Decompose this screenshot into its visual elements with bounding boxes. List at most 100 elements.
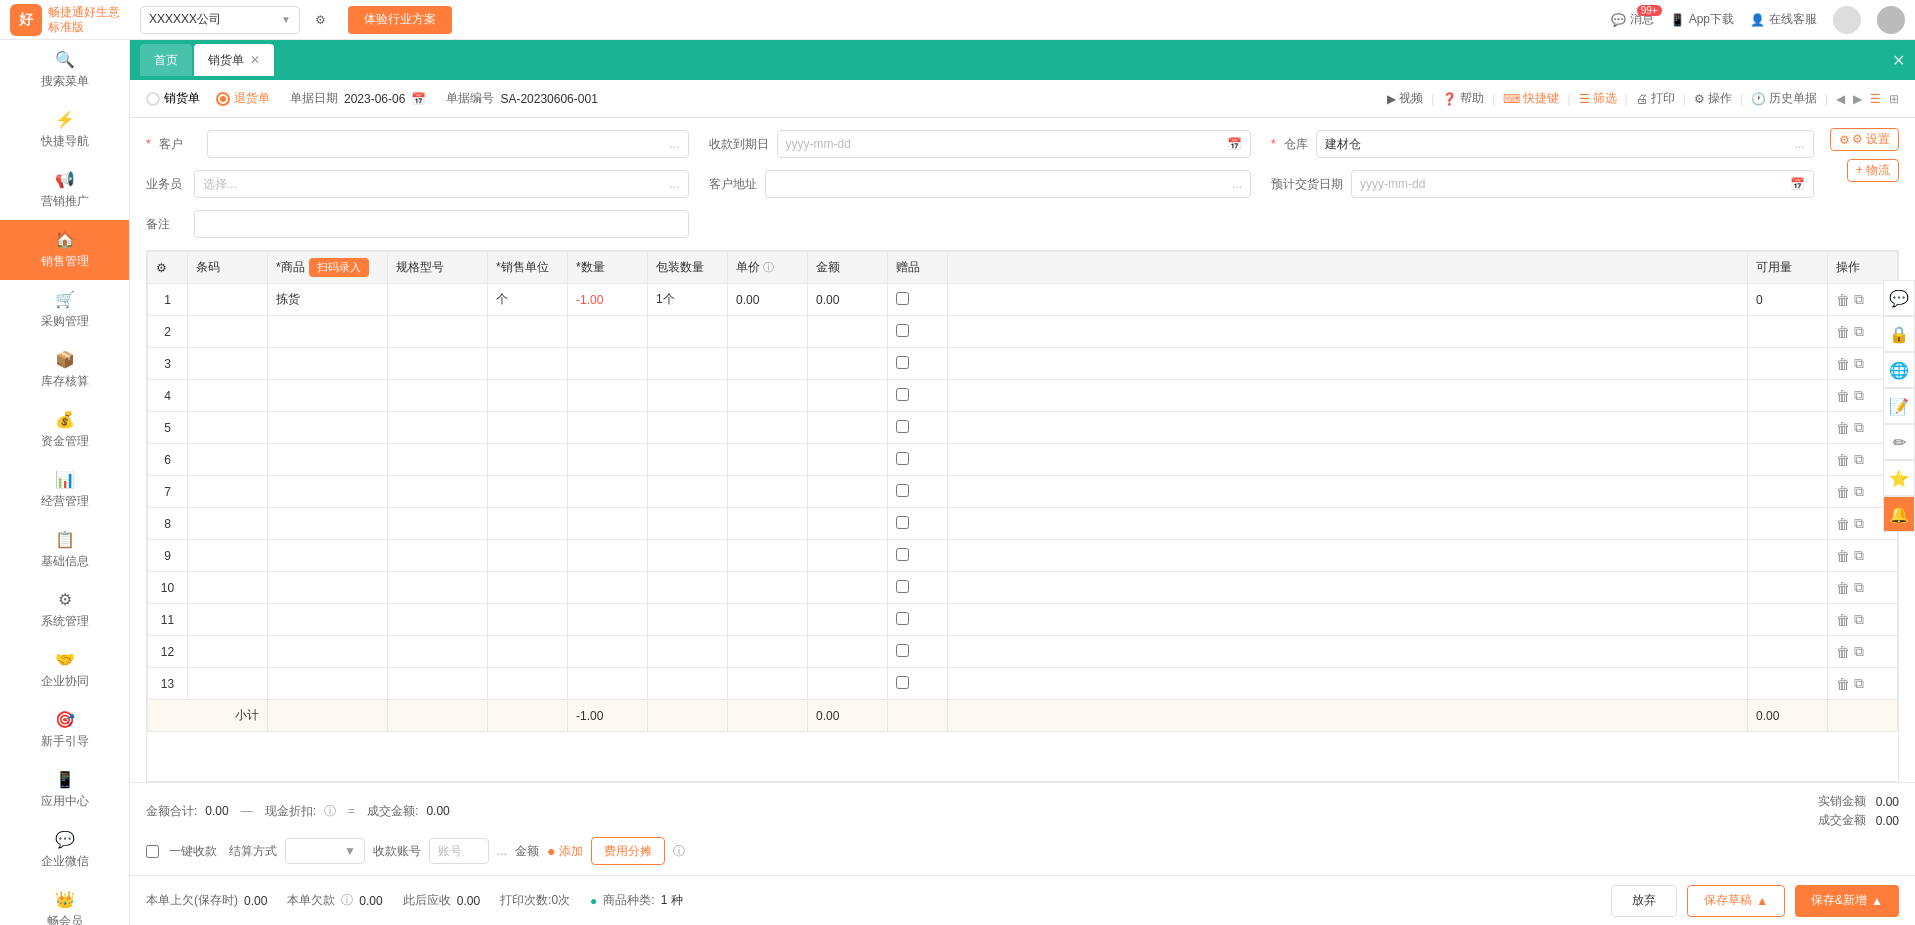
calc-method-select[interactable]: ▼ <box>285 838 365 864</box>
salesperson-input[interactable]: 选择... ... <box>194 170 689 198</box>
history-action[interactable]: 🕐 历史单据 <box>1751 90 1817 107</box>
copy-row-icon[interactable]: ⧉ <box>1854 579 1864 596</box>
sidebar-item-search[interactable]: 🔍 搜索菜单 <box>0 40 129 100</box>
right-icon-star[interactable]: ⭐ <box>1883 460 1915 496</box>
online-service-button[interactable]: 👤 在线客服 <box>1750 11 1817 28</box>
view-grid-icon[interactable]: ⊞ <box>1889 92 1899 106</box>
sidebar-item-wechat[interactable]: 💬 企业微信 <box>0 820 129 880</box>
delete-row-icon[interactable]: 🗑 <box>1836 548 1850 564</box>
nav-prev-icon[interactable]: ◀ <box>1836 92 1845 106</box>
calendar-icon[interactable]: 📅 <box>411 92 426 106</box>
copy-row-icon[interactable]: ⧉ <box>1854 387 1864 404</box>
delete-row-icon[interactable]: 🗑 <box>1836 324 1850 340</box>
company-selector[interactable]: XXXXXX公司 ▼ <box>140 6 300 34</box>
right-icon-special[interactable]: 🔔 <box>1883 496 1915 532</box>
gift-checkbox[interactable] <box>896 388 909 401</box>
save-new-button[interactable]: 保存&新增 ▲ <box>1795 885 1899 917</box>
app-download-button[interactable]: 📱 App下载 <box>1670 11 1734 28</box>
sidebar-item-operations[interactable]: 📊 经营管理 <box>0 460 129 520</box>
gift-checkbox[interactable] <box>896 484 909 497</box>
scan-button[interactable]: 扫码录入 <box>309 258 369 277</box>
gift-checkbox[interactable] <box>896 580 909 593</box>
copy-row-icon[interactable]: ⧉ <box>1854 611 1864 628</box>
avatar-2[interactable] <box>1877 6 1905 34</box>
copy-row-icon[interactable]: ⧉ <box>1854 515 1864 532</box>
avatar[interactable] <box>1833 6 1861 34</box>
copy-row-icon[interactable]: ⧉ <box>1854 451 1864 468</box>
sidebar-item-member[interactable]: 👑 畅会员 <box>0 880 129 925</box>
due-date-input[interactable]: yyyy-mm-dd 📅 <box>777 130 1252 158</box>
sale-radio[interactable]: 销货单 <box>146 90 200 107</box>
delete-row-icon[interactable]: 🗑 <box>1836 516 1850 532</box>
delete-row-icon[interactable]: 🗑 <box>1836 420 1850 436</box>
right-icon-note[interactable]: 📝 <box>1883 388 1915 424</box>
account-input[interactable]: 账号 <box>429 838 489 864</box>
message-button[interactable]: 💬 消息 99+ <box>1611 11 1654 28</box>
table-settings-icon[interactable]: ⚙ <box>156 261 167 275</box>
delete-row-icon[interactable]: 🗑 <box>1836 644 1850 660</box>
right-icon-edit[interactable]: ✏ <box>1883 424 1915 460</box>
logistics-button[interactable]: + 物流 <box>1847 159 1899 182</box>
delete-row-icon[interactable]: 🗑 <box>1836 388 1850 404</box>
sidebar-item-app-center[interactable]: 📱 应用中心 <box>0 760 129 820</box>
copy-row-icon[interactable]: ⧉ <box>1854 675 1864 692</box>
right-icon-globe[interactable]: 🌐 <box>1883 352 1915 388</box>
copy-row-icon[interactable]: ⧉ <box>1854 547 1864 564</box>
gift-checkbox[interactable] <box>896 644 909 657</box>
sidebar-item-finance[interactable]: 💰 资金管理 <box>0 400 129 460</box>
discard-button[interactable]: 放弃 <box>1611 885 1677 917</box>
save-draft-button[interactable]: 保存草稿 ▲ <box>1687 885 1785 917</box>
gift-checkbox[interactable] <box>896 356 909 369</box>
settings-button[interactable]: ⚙ <box>306 6 334 34</box>
right-icon-lock[interactable]: 🔒 <box>1883 316 1915 352</box>
sidebar-item-guide[interactable]: 🎯 新手引导 <box>0 700 129 760</box>
video-action[interactable]: ▶ 视频 <box>1387 90 1423 107</box>
copy-row-icon[interactable]: ⧉ <box>1854 355 1864 372</box>
gift-checkbox[interactable] <box>896 516 909 529</box>
delete-row-icon[interactable]: 🗑 <box>1836 612 1850 628</box>
operations-action[interactable]: ⚙ 操作 <box>1694 90 1732 107</box>
tab-bar-close-button[interactable]: ✕ <box>1892 51 1905 70</box>
gift-checkbox[interactable] <box>896 420 909 433</box>
expected-date-input[interactable]: yyyy-mm-dd 📅 <box>1351 170 1814 198</box>
sidebar-item-sales[interactable]: 🏠 销售管理 <box>0 220 129 280</box>
print-action[interactable]: 🖨 打印 <box>1636 90 1675 107</box>
delete-row-icon[interactable]: 🗑 <box>1836 452 1850 468</box>
customer-addr-input[interactable]: ... <box>765 170 1252 198</box>
gift-checkbox[interactable] <box>896 292 909 305</box>
gift-checkbox[interactable] <box>896 324 909 337</box>
shortcut-action[interactable]: ⌨ 快捷键 <box>1503 90 1559 107</box>
copy-row-icon[interactable]: ⧉ <box>1854 291 1864 308</box>
gift-checkbox[interactable] <box>896 452 909 465</box>
copy-row-icon[interactable]: ⧉ <box>1854 483 1864 500</box>
return-radio[interactable]: 退货单 <box>216 90 270 107</box>
delete-row-icon[interactable]: 🗑 <box>1836 676 1850 692</box>
tab-sales-order[interactable]: 销货单 ✕ <box>194 44 274 76</box>
delete-row-icon[interactable]: 🗑 <box>1836 580 1850 596</box>
expense-split-button[interactable]: 费用分摊 <box>591 837 665 865</box>
copy-row-icon[interactable]: ⧉ <box>1854 643 1864 660</box>
tab-home[interactable]: 首页 <box>140 44 192 76</box>
sidebar-item-enterprise[interactable]: 🤝 企业协同 <box>0 640 129 700</box>
add-payment-button[interactable]: 添加 <box>559 843 583 860</box>
set-button[interactable]: ⚙ ⚙ 设置 <box>1830 128 1899 151</box>
sidebar-item-purchase[interactable]: 🛒 采购管理 <box>0 280 129 340</box>
view-list-icon[interactable]: ☰ <box>1870 92 1881 106</box>
gift-checkbox[interactable] <box>896 612 909 625</box>
copy-row-icon[interactable]: ⧉ <box>1854 419 1864 436</box>
sidebar-item-quick-nav[interactable]: ⚡ 快捷导航 <box>0 100 129 160</box>
note-input[interactable] <box>194 210 689 238</box>
filter-action[interactable]: ☰ 筛选 <box>1579 90 1617 107</box>
help-action[interactable]: ❓ 帮助 <box>1442 90 1484 107</box>
gift-checkbox[interactable] <box>896 548 909 561</box>
sidebar-item-basic-info[interactable]: 📋 基础信息 <box>0 520 129 580</box>
right-icon-chat[interactable]: 💬 <box>1883 280 1915 316</box>
customer-input[interactable]: ... <box>207 130 689 158</box>
one-click-checkbox[interactable] <box>146 845 159 858</box>
nav-next-icon[interactable]: ▶ <box>1853 92 1862 106</box>
trial-button[interactable]: 体验行业方案 <box>348 6 452 34</box>
delete-row-icon[interactable]: 🗑 <box>1836 356 1850 372</box>
copy-row-icon[interactable]: ⧉ <box>1854 323 1864 340</box>
delete-row-icon[interactable]: 🗑 <box>1836 484 1850 500</box>
gift-checkbox[interactable] <box>896 676 909 689</box>
